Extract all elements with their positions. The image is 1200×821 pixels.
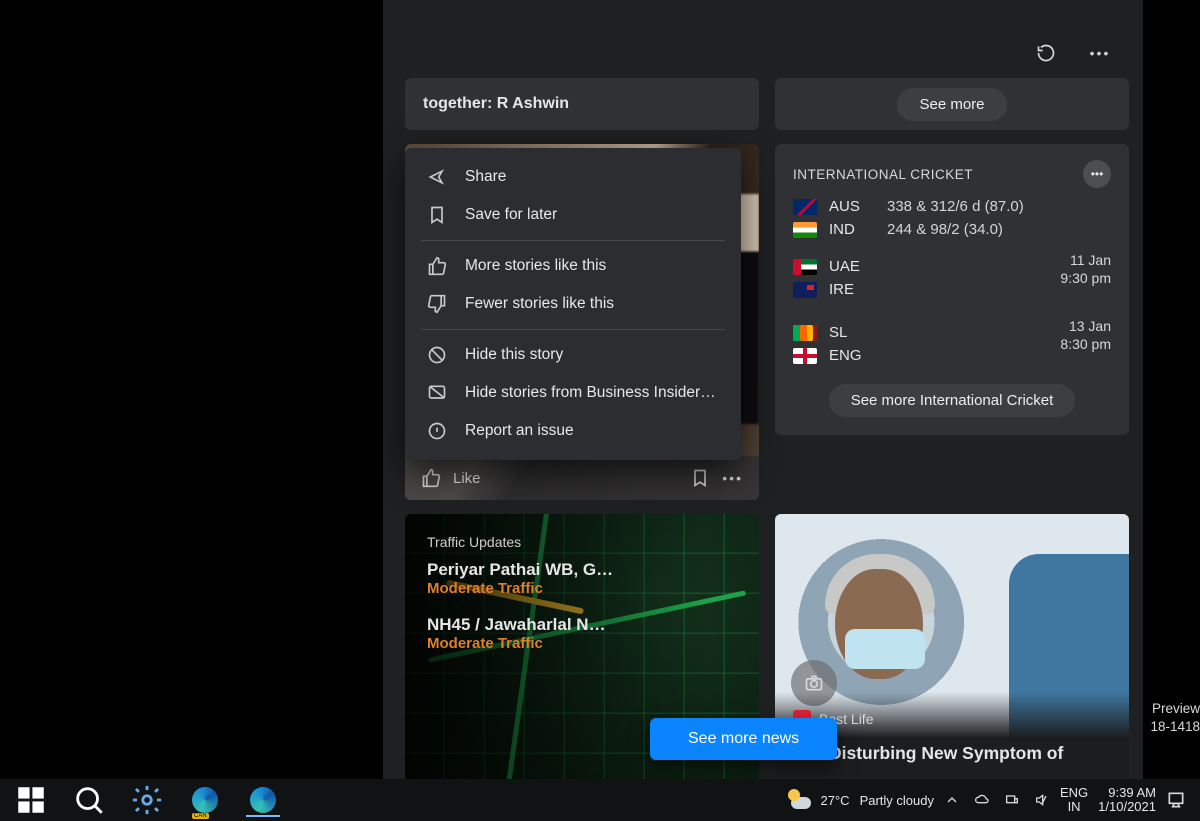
story-more-button[interactable]: ••• — [722, 468, 743, 488]
flag-icon — [793, 259, 817, 275]
bookmark-icon — [427, 205, 447, 225]
ctx-report[interactable]: Report an issue — [405, 412, 741, 450]
share-icon — [427, 167, 447, 187]
refresh-button[interactable] — [1033, 40, 1059, 66]
settings-app[interactable] — [130, 783, 164, 817]
flag-icon — [793, 325, 817, 341]
traffic-route-state: Moderate Traffic — [427, 635, 737, 652]
ctx-share[interactable]: Share — [405, 158, 741, 196]
story-action-bar: Like ••• — [405, 456, 759, 500]
cricket-title: INTERNATIONAL CRICKET — [793, 167, 973, 182]
search-button[interactable] — [72, 783, 106, 817]
ctx-fewer-like[interactable]: Fewer stories like this — [405, 285, 741, 323]
thumb-up-icon — [427, 256, 447, 276]
see-more-news-button[interactable]: See more news — [650, 718, 837, 760]
cricket-card: INTERNATIONAL CRICKET ••• AUS338 & 312/6… — [775, 144, 1129, 435]
language-indicator[interactable]: ENG IN — [1060, 786, 1088, 814]
hide-source-icon — [427, 383, 447, 403]
onedrive-icon[interactable] — [974, 792, 990, 808]
flag-icon — [793, 199, 817, 215]
camera-icon — [804, 673, 824, 693]
thumb-down-icon — [427, 294, 447, 314]
clock[interactable]: 9:39 AM 1/10/2021 — [1098, 786, 1156, 814]
thumb-up-icon[interactable] — [421, 468, 441, 488]
network-icon[interactable] — [1004, 792, 1020, 808]
cricket-more-button[interactable]: ••• — [1083, 160, 1111, 188]
build-label: Preview 18-1418 — [1150, 700, 1200, 736]
traffic-route-name: NH45 / Jawaharlal N… — [427, 615, 647, 635]
info-icon — [427, 421, 447, 441]
weather-widget[interactable]: 27°C Partly cloudy — [785, 789, 934, 811]
bookmark-icon[interactable] — [690, 468, 710, 488]
tray-chevron-icon[interactable] — [944, 792, 960, 808]
flag-icon — [793, 348, 817, 364]
system-tray — [944, 792, 1050, 808]
photo-card-title: The Disturbing New Symptom of — [793, 743, 1111, 764]
ctx-hide-story[interactable]: Hide this story — [405, 336, 741, 374]
traffic-item[interactable]: NH45 / Jawaharlal N… Moderate Traffic — [427, 615, 737, 652]
ctx-more-like[interactable]: More stories like this — [405, 247, 741, 285]
see-more-card: See more — [775, 78, 1129, 130]
weather-cond: Partly cloudy — [860, 793, 934, 808]
like-label[interactable]: Like — [453, 470, 481, 487]
action-center-icon[interactable] — [1166, 790, 1186, 810]
traffic-route-state: Moderate Traffic — [427, 580, 737, 597]
weather-icon — [785, 789, 811, 811]
edge-app[interactable] — [246, 783, 280, 817]
refresh-icon — [1036, 43, 1056, 63]
flag-icon — [793, 282, 817, 298]
see-more-button[interactable]: See more — [897, 88, 1006, 121]
traffic-heading: Traffic Updates — [427, 534, 737, 550]
traffic-item[interactable]: Periyar Pathai WB, G… Moderate Traffic — [427, 560, 737, 597]
flag-icon — [793, 222, 817, 238]
cricket-match[interactable]: SL ENG 13 Jan 8:30 pm — [793, 318, 1111, 370]
panel-more-button[interactable]: ••• — [1087, 40, 1113, 66]
story-stub-title: together: R Ashwin — [423, 95, 569, 113]
traffic-route-name: Periyar Pathai WB, G… — [427, 560, 647, 580]
news-interests-panel: ••• together: R Ashwin Like ••• — [383, 0, 1143, 784]
volume-icon[interactable] — [1034, 792, 1050, 808]
story-context-menu: Share Save for later More stories like t… — [405, 148, 741, 460]
start-button[interactable] — [14, 783, 48, 817]
taskbar: 27°C Partly cloudy ENG IN 9:39 AM 1/10/2… — [0, 779, 1200, 821]
ctx-hide-source[interactable]: Hide stories from Business Insider… — [405, 374, 741, 412]
block-icon — [427, 345, 447, 365]
weather-temp: 27°C — [821, 793, 850, 808]
cricket-match[interactable]: AUS338 & 312/6 d (87.0) IND244 & 98/2 (3… — [793, 198, 1111, 238]
cricket-see-more-button[interactable]: See more International Cricket — [829, 384, 1076, 417]
cricket-match[interactable]: UAE IRE 11 Jan 9:30 pm — [793, 252, 1111, 304]
ctx-save[interactable]: Save for later — [405, 196, 741, 234]
edge-canary-app[interactable] — [188, 783, 222, 817]
story-card-stub[interactable]: together: R Ashwin — [405, 78, 759, 130]
